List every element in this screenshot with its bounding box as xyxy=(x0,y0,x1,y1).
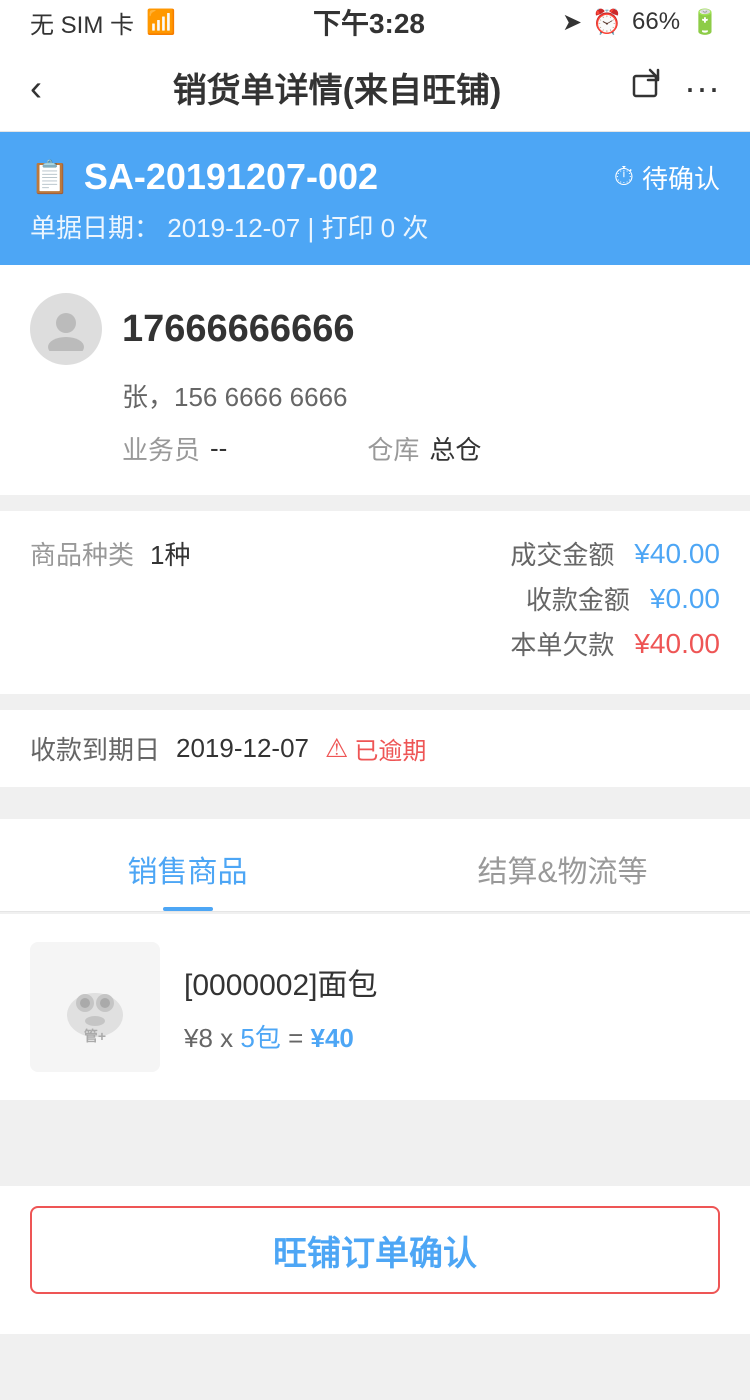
page-title: 销货单详情(来自旺铺) xyxy=(173,63,502,112)
clock-icon: ⏱ xyxy=(614,161,634,193)
order-date: 单据日期： 2019-12-07 | 打印 0 次 xyxy=(30,208,720,245)
product-price: ¥8 x 5包 = ¥40 xyxy=(184,1018,720,1055)
order-status: ⏱ 待确认 xyxy=(614,159,720,196)
deal-amount-value: ¥40.00 xyxy=(634,538,720,570)
order-id: SA-20191207-002 xyxy=(84,156,378,198)
customer-meta: 业务员 -- 仓库 总仓 xyxy=(122,430,720,467)
balance-value: ¥40.00 xyxy=(634,628,720,660)
price-total: ¥40 xyxy=(310,1023,353,1053)
wifi-icon: 📶 xyxy=(146,8,176,37)
back-button[interactable]: ‹ xyxy=(30,67,42,109)
product-image: 管+ xyxy=(30,942,160,1072)
warehouse-value: 总仓 xyxy=(429,430,481,467)
customer-name: 张，156 6666 6666 xyxy=(122,377,720,414)
overdue-text: 已逾期 xyxy=(354,731,426,766)
bottom-bar: 旺铺订单确认 xyxy=(0,1186,750,1334)
battery-icon: 🔋 xyxy=(690,8,720,37)
overdue-icon: ⚠ xyxy=(325,733,348,764)
divider-3 xyxy=(0,787,750,803)
received-amount-label: 收款金额 xyxy=(526,580,630,617)
due-date-value: 2019-12-07 xyxy=(176,733,309,764)
status-left: 无 SIM 卡 📶 xyxy=(30,5,176,40)
product-item: 管+ [0000002]面包 ¥8 x 5包 = ¥40 xyxy=(0,914,750,1100)
nav-right: ··· xyxy=(632,67,720,109)
due-date-card: 收款到期日 2019-12-07 ⚠ 已逾期 xyxy=(0,710,750,787)
order-header: 📋 SA-20191207-002 ⏱ 待确认 单据日期： 2019-12-07… xyxy=(0,132,750,265)
price-qty: 5包 xyxy=(240,1023,280,1053)
no-sim-label: 无 SIM 卡 xyxy=(30,5,134,40)
divider-2 xyxy=(0,694,750,710)
battery-label: 66% xyxy=(632,8,680,36)
customer-avatar xyxy=(30,293,102,365)
alarm-icon: ⏰ xyxy=(592,8,622,37)
deal-amount-label: 成交金额 xyxy=(510,535,614,572)
product-info: [0000002]面包 ¥8 x 5包 = ¥40 xyxy=(184,960,720,1055)
product-name: [0000002]面包 xyxy=(184,960,720,1004)
status-bar: 无 SIM 卡 📶 下午3:28 ➤ ⏰ 66% 🔋 xyxy=(0,0,750,44)
summary-card: 商品种类 1种 成交金额 ¥40.00 收款金额 ¥0.00 本单欠款 ¥40.… xyxy=(0,511,750,694)
price-formula: ¥8 x xyxy=(184,1023,240,1053)
time-display: 下午3:28 xyxy=(313,2,425,42)
more-button[interactable]: ··· xyxy=(684,67,720,109)
received-amount-value: ¥0.00 xyxy=(650,583,720,615)
customer-phone: 17666666666 xyxy=(122,308,354,351)
customer-card: 17666666666 张，156 6666 6666 业务员 -- 仓库 总仓 xyxy=(0,265,750,495)
svg-text:管+: 管+ xyxy=(84,1028,106,1044)
tab-products[interactable]: 销售商品 xyxy=(0,819,375,911)
product-type-label: 商品种类 xyxy=(30,535,134,572)
overdue-badge: ⚠ 已逾期 xyxy=(325,731,426,766)
status-right: ➤ ⏰ 66% 🔋 xyxy=(562,8,720,37)
due-date-label: 收款到期日 xyxy=(30,730,160,767)
nav-bar: ‹ 销货单详情(来自旺铺) ··· xyxy=(0,44,750,132)
balance-label: 本单欠款 xyxy=(510,625,614,662)
product-type-value: 1种 xyxy=(150,535,190,572)
share-button[interactable] xyxy=(632,67,664,109)
sales-rep-value: -- xyxy=(210,433,227,464)
divider-1 xyxy=(0,495,750,511)
location-icon: ➤ xyxy=(562,8,582,37)
tabs-bar: 销售商品 结算&物流等 xyxy=(0,819,750,912)
order-icon: 📋 xyxy=(30,158,70,196)
sales-rep-label: 业务员 xyxy=(122,430,200,467)
warehouse-label: 仓库 xyxy=(367,430,419,467)
tab-settlement[interactable]: 结算&物流等 xyxy=(375,819,750,911)
status-text: 待确认 xyxy=(642,159,720,196)
price-equals: = xyxy=(281,1023,311,1053)
nav-left: ‹ xyxy=(30,67,42,109)
confirm-button[interactable]: 旺铺订单确认 xyxy=(30,1206,720,1294)
